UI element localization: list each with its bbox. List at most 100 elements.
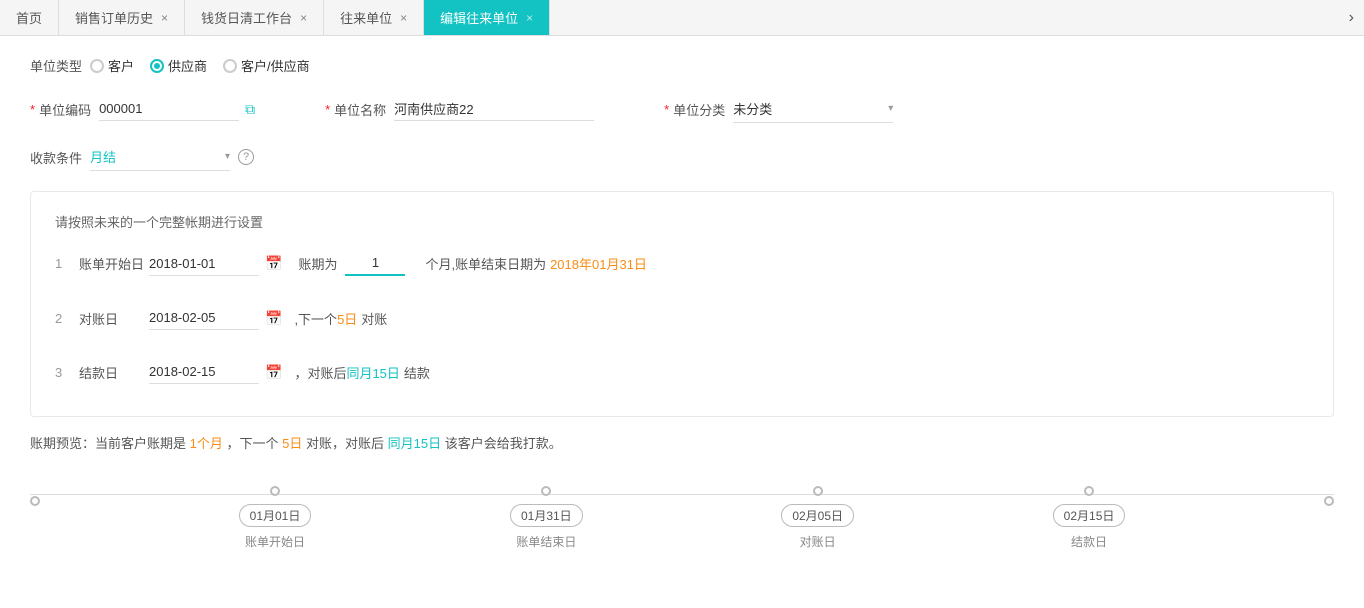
- section-instruction: 请按照未来的一个完整帐期进行设置: [55, 212, 1309, 231]
- preview-label: 账期预览：当前客户账期是: [30, 436, 186, 451]
- preview-section: 账期预览：当前客户账期是 1个月 ，下一个 5日 对账，对账后 同月15日 该客…: [30, 433, 1334, 452]
- calendar-icon-1[interactable]: 📅: [265, 255, 282, 272]
- radio-supplier-circle: [150, 59, 164, 73]
- unit-info-row: * 单位编码 000001 ⧉ * 单位名称 河南供应商22 * 单位分类 未分…: [30, 95, 1334, 123]
- row-label-3: 结款日: [79, 363, 149, 382]
- tl-dot-3: [813, 486, 823, 496]
- unit-type-row: 单位类型 客户 供应商 客户/供应商: [30, 56, 1334, 75]
- tab-edit-partner[interactable]: 编辑往来单位 ×: [424, 0, 550, 35]
- tab-bar: 首页 销售订单历史 × 钱货日清工作台 × 往来单位 × 编辑往来单位 × ›: [0, 0, 1364, 36]
- radio-group: 客户 供应商 客户/供应商: [90, 56, 310, 75]
- tab-sales-history[interactable]: 销售订单历史 ×: [59, 0, 185, 35]
- row-label-1: 账单开始日: [79, 254, 149, 273]
- payment-dropdown[interactable]: 月结 ▾: [90, 143, 230, 171]
- unit-type-label: 单位类型: [30, 56, 82, 75]
- unit-category-arrow: ▾: [888, 103, 893, 114]
- unit-code-group: * 单位编码 000001 ⧉: [30, 97, 255, 121]
- radio-customer[interactable]: 客户: [90, 56, 134, 75]
- close-sales-history[interactable]: ×: [161, 11, 168, 25]
- timeline-items: 01月01日 账单开始日 01月31日 账单结束日 02月05日 对账日: [30, 486, 1334, 550]
- row-desc-2-prefix: ,下一个: [294, 309, 337, 328]
- preview-part2: ，下一个: [227, 436, 279, 451]
- timeline-node-4: 02月15日 结款日: [1053, 486, 1126, 550]
- period-input[interactable]: 1: [345, 251, 405, 276]
- payment-group: 收款条件 月结 ▾ ?: [30, 143, 254, 171]
- timeline-end-dot: [1324, 496, 1334, 506]
- row-desc-3-prefix: ，对账后: [294, 363, 346, 382]
- close-edit-partner[interactable]: ×: [526, 11, 533, 25]
- required-star-name: *: [325, 102, 330, 117]
- tab-cashier[interactable]: 钱货日清工作台 ×: [185, 0, 324, 35]
- unit-category-dropdown[interactable]: 未分类 ▾: [733, 95, 893, 123]
- row-desc-1-mid: 账期为: [298, 254, 337, 273]
- unit-code-label: 单位编码: [39, 100, 91, 119]
- tl-desc-3: 对账日: [800, 533, 836, 550]
- radio-both-label: 客户/供应商: [241, 56, 310, 75]
- radio-customer-label: 客户: [108, 56, 134, 75]
- close-partner[interactable]: ×: [400, 11, 407, 25]
- row-desc-1-suffix: 个月,账单结束日期为: [425, 254, 546, 273]
- tl-desc-4: 结款日: [1071, 533, 1107, 550]
- timeline-node-2: 01月31日 账单结束日: [510, 486, 583, 550]
- row-label-2: 对账日: [79, 309, 149, 328]
- row-num-1: 1: [55, 256, 79, 271]
- row-highlight-1: 2018年01月31日: [550, 254, 647, 273]
- main-content: 单位类型 客户 供应商 客户/供应商 * 单位编码 00000: [0, 36, 1364, 608]
- date-input-3[interactable]: 2018-02-15: [149, 360, 259, 384]
- payment-label: 收款条件: [30, 148, 82, 167]
- preview-part6: 该客户会给我打款。: [445, 436, 562, 451]
- radio-both[interactable]: 客户/供应商: [223, 56, 310, 75]
- date-input-2[interactable]: 2018-02-05: [149, 306, 259, 330]
- tl-badge-2: 01月31日: [510, 504, 583, 527]
- tl-dot-2: [541, 486, 551, 496]
- section-box: 请按照未来的一个完整帐期进行设置 1 账单开始日 2018-01-01 📅 账期…: [30, 191, 1334, 417]
- close-cashier[interactable]: ×: [300, 11, 307, 25]
- row-num-2: 2: [55, 311, 79, 326]
- payment-row: 收款条件 月结 ▾ ?: [30, 143, 1334, 171]
- unit-code-copy-icon[interactable]: ⧉: [245, 101, 255, 118]
- row-desc-2-suffix: 对账: [361, 309, 387, 328]
- unit-name-group: * 单位名称 河南供应商22: [325, 97, 594, 121]
- unit-category-group: * 单位分类 未分类 ▾: [664, 95, 893, 123]
- calendar-icon-2[interactable]: 📅: [265, 310, 282, 327]
- unit-name-label: 单位名称: [334, 100, 386, 119]
- preview-part4: 对账，对账后: [306, 436, 384, 451]
- radio-supplier-label: 供应商: [168, 56, 207, 75]
- preview-part5: 同月15日: [388, 436, 441, 451]
- payment-dropdown-arrow: ▾: [225, 151, 230, 162]
- date-input-1[interactable]: 2018-01-01: [149, 252, 259, 276]
- radio-supplier[interactable]: 供应商: [150, 56, 207, 75]
- help-icon[interactable]: ?: [238, 149, 254, 165]
- tl-badge-1: 01月01日: [239, 504, 312, 527]
- unit-category-value: 未分类: [733, 99, 882, 118]
- unit-category-label: 单位分类: [673, 100, 725, 119]
- row-desc-3-suffix: 结款: [404, 363, 430, 382]
- unit-type-group: 单位类型 客户 供应商 客户/供应商: [30, 56, 310, 75]
- unit-name-input[interactable]: 河南供应商22: [394, 97, 594, 121]
- tl-badge-3: 02月05日: [781, 504, 854, 527]
- tl-badge-4: 02月15日: [1053, 504, 1126, 527]
- row-num-3: 3: [55, 365, 79, 380]
- preview-part3: 5日: [282, 436, 302, 451]
- radio-customer-circle: [90, 59, 104, 73]
- timeline: 01月01日 账单开始日 01月31日 账单结束日 02月05日 对账日: [30, 476, 1334, 580]
- data-row-3: 3 结款日 2018-02-15 📅 ，对账后 同月15日 结款: [55, 360, 1309, 384]
- required-star-code: *: [30, 102, 35, 117]
- tl-dot-1: [270, 486, 280, 496]
- row-highlight-2: 5日: [337, 309, 357, 328]
- unit-code-input[interactable]: 000001: [99, 97, 239, 121]
- timeline-node-1: 01月01日 账单开始日: [239, 486, 312, 550]
- tab-more-button[interactable]: ›: [1339, 9, 1364, 27]
- data-row-2: 2 对账日 2018-02-05 📅 ,下一个 5日 对账: [55, 306, 1309, 330]
- calendar-icon-3[interactable]: 📅: [265, 364, 282, 381]
- radio-both-circle: [223, 59, 237, 73]
- row-highlight-3: 同月15日: [346, 363, 399, 382]
- timeline-start-dot: [30, 496, 40, 506]
- tl-desc-2: 账单结束日: [516, 533, 576, 550]
- payment-value: 月结: [90, 147, 219, 166]
- data-row-1: 1 账单开始日 2018-01-01 📅 账期为 1 个月,账单结束日期为 20…: [55, 251, 1309, 276]
- required-star-category: *: [664, 102, 669, 117]
- tab-home[interactable]: 首页: [0, 0, 59, 35]
- timeline-node-3: 02月05日 对账日: [781, 486, 854, 550]
- tab-partner[interactable]: 往来单位 ×: [324, 0, 424, 35]
